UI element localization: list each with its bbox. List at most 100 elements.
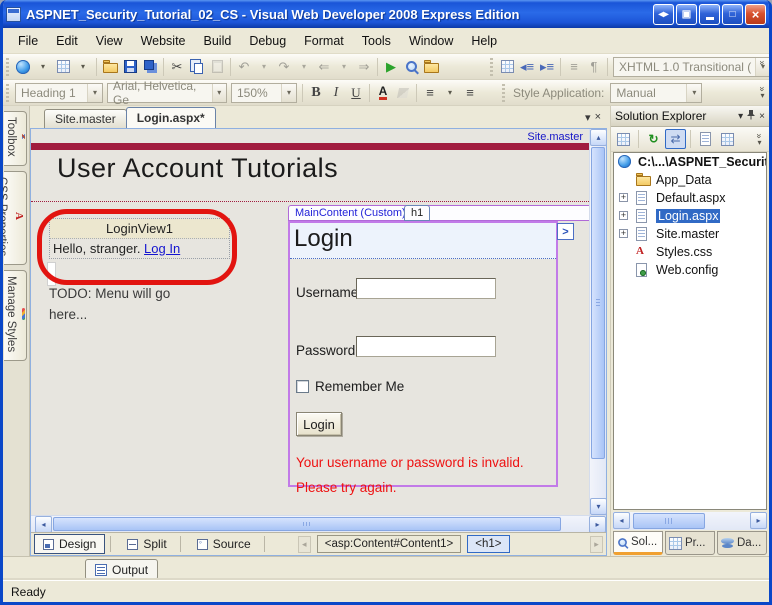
open-file-button[interactable]	[100, 56, 120, 78]
design-surface[interactable]: Site.master User Account Tutorials Login…	[31, 129, 589, 515]
italic-button[interactable]: I	[326, 82, 346, 104]
remember-me-checkbox[interactable]	[296, 380, 309, 393]
toolbar-overflow-button[interactable]: » ▾	[756, 82, 769, 104]
menu-item-help[interactable]: Help	[462, 31, 506, 51]
document-list-dropdown[interactable]: ▾	[585, 111, 591, 124]
sidebar-tab-css-properties[interactable]: A CSS Properties	[3, 170, 27, 265]
save-button[interactable]	[120, 56, 140, 78]
underline-button[interactable]: U	[346, 82, 366, 104]
h1-tag[interactable]: h1	[404, 205, 431, 221]
browse-folder-button[interactable]	[421, 56, 441, 78]
tagnav-h1-button[interactable]: <h1>	[467, 535, 510, 553]
window-switch-button[interactable]: ◂▸	[653, 3, 674, 25]
sidebar-tab-manage-styles[interactable]: Manage Styles	[4, 269, 27, 361]
highlight-button[interactable]	[393, 82, 413, 104]
close-button[interactable]: ×	[745, 3, 766, 25]
control-resize-handle[interactable]	[47, 262, 56, 286]
style-application-dropdown[interactable]: Manual ▾	[610, 82, 703, 103]
start-debug-button[interactable]: ▶	[381, 56, 401, 78]
alignment-dropdown[interactable]: ▾	[440, 82, 460, 104]
navigate-forward-button[interactable]: ⇒	[354, 56, 374, 78]
view-in-browser-button[interactable]	[401, 56, 421, 78]
scroll-left-button[interactable]: ◂	[35, 516, 52, 533]
document-close-button[interactable]: ×	[595, 111, 601, 124]
window-dock-button[interactable]: ▣	[676, 3, 697, 25]
add-item-dropdown[interactable]: ▾	[73, 56, 93, 78]
scroll-up-button[interactable]: ▴	[590, 129, 607, 146]
tab-database-explorer[interactable]: Da...	[717, 531, 767, 555]
toolbar-grip[interactable]	[490, 57, 493, 76]
tree-item-web-config[interactable]: Web.config	[614, 261, 766, 279]
add-item-button[interactable]	[53, 56, 73, 78]
view-designer-button[interactable]	[717, 129, 738, 149]
panel-close-button[interactable]: ×	[759, 111, 765, 122]
menu-item-format[interactable]: Format	[295, 31, 353, 51]
sidebar-tab-toolbox[interactable]: Toolbox	[4, 111, 27, 166]
pin-icon[interactable]	[746, 109, 756, 123]
formatting-marks-button[interactable]	[497, 56, 517, 78]
copy-button[interactable]	[187, 56, 207, 78]
panel-menu-dropdown[interactable]: ▾	[738, 111, 743, 122]
se-horizontal-scrollbar[interactable]: ◂ ▸	[613, 512, 767, 530]
login-heading[interactable]: Login	[290, 223, 556, 259]
vertical-scrollbar[interactable]: ▴ ▾	[589, 129, 607, 515]
scroll-down-button[interactable]: ▾	[590, 498, 607, 515]
bold-button[interactable]: B	[306, 82, 326, 104]
menu-item-website[interactable]: Website	[132, 31, 195, 51]
tab-login-aspx[interactable]: Login.aspx*	[125, 107, 216, 128]
maincontent-tag[interactable]: MainContent (Custom)	[288, 205, 589, 221]
new-website-dropdown[interactable]: ▾	[33, 56, 53, 78]
menu-item-window[interactable]: Window	[400, 31, 462, 51]
source-view-button[interactable]: Source	[189, 535, 259, 553]
scroll-right-button[interactable]: ▸	[589, 516, 606, 533]
doctype-dropdown[interactable]: XHTML 1.0 Transitional ( ▾	[613, 56, 769, 77]
copy-website-button[interactable]: ⇄	[665, 129, 686, 149]
menu-item-build[interactable]: Build	[195, 31, 241, 51]
smart-tag-button[interactable]: >	[557, 223, 574, 240]
cut-button[interactable]: ✂	[167, 56, 187, 78]
tree-item-website-root[interactable]: C:\...\ASPNET_Security	[614, 153, 766, 171]
tree-item-styles-css[interactable]: A Styles.css	[614, 243, 766, 261]
tab-site-master[interactable]: Site.master	[44, 109, 127, 128]
toolbar-grip[interactable]	[6, 83, 9, 102]
paragraph-button[interactable]: ¶	[584, 56, 604, 78]
menu-item-view[interactable]: View	[87, 31, 132, 51]
navigate-back-button[interactable]: ⇐	[314, 56, 334, 78]
redo-dropdown[interactable]: ▾	[294, 56, 314, 78]
bullets-button[interactable]: ≡	[460, 82, 480, 104]
login-button[interactable]: Login	[296, 412, 342, 436]
design-view-button[interactable]: Design	[34, 534, 106, 554]
menu-item-edit[interactable]: Edit	[47, 31, 87, 51]
tab-output[interactable]: Output	[85, 559, 159, 580]
loginview-control[interactable]: LoginView1 Hello, stranger. Log In	[49, 218, 230, 259]
horizontal-scroll-thumb[interactable]	[53, 517, 561, 531]
menu-item-debug[interactable]: Debug	[240, 31, 295, 51]
tree-item-default-aspx[interactable]: Default.aspx	[614, 189, 766, 207]
minimize-button[interactable]	[699, 3, 720, 25]
properties-button[interactable]	[613, 129, 634, 149]
tab-properties[interactable]: Pr...	[665, 531, 715, 555]
tree-item-app-data[interactable]: App_Data	[614, 171, 766, 189]
se-scroll-right-button[interactable]: ▸	[750, 512, 767, 529]
paste-button[interactable]	[207, 56, 227, 78]
tag-nav-back-button[interactable]: ◂	[297, 535, 311, 553]
tree-expander[interactable]	[619, 211, 628, 220]
block-format-dropdown[interactable]: Heading 1 ▾	[15, 82, 103, 103]
tree-expander[interactable]	[619, 193, 628, 202]
font-color-button[interactable]: A	[373, 82, 393, 104]
tree-item-site-master[interactable]: Site.master	[614, 225, 766, 243]
navigate-back-dropdown[interactable]: ▾	[334, 56, 354, 78]
justify-button[interactable]: ≡	[564, 56, 584, 78]
tagnav-asp-content-button[interactable]: <asp:Content#Content1>	[316, 535, 462, 553]
tree-expander[interactable]	[619, 229, 628, 238]
tag-nav-forward-button[interactable]: ▸	[590, 535, 603, 553]
refresh-button[interactable]: ↻	[643, 129, 664, 149]
font-family-dropdown[interactable]: Arial, Helvetica, Ge ▾	[107, 79, 227, 107]
tree-item-login-aspx[interactable]: Login.aspx	[614, 207, 766, 225]
maximize-button[interactable]: □	[722, 3, 743, 25]
view-code-button[interactable]	[695, 129, 716, 149]
menu-item-tools[interactable]: Tools	[353, 31, 400, 51]
undo-dropdown[interactable]: ▾	[254, 56, 274, 78]
increase-indent-button[interactable]: ▸ ≡	[537, 56, 557, 78]
se-scroll-thumb[interactable]	[633, 513, 705, 529]
